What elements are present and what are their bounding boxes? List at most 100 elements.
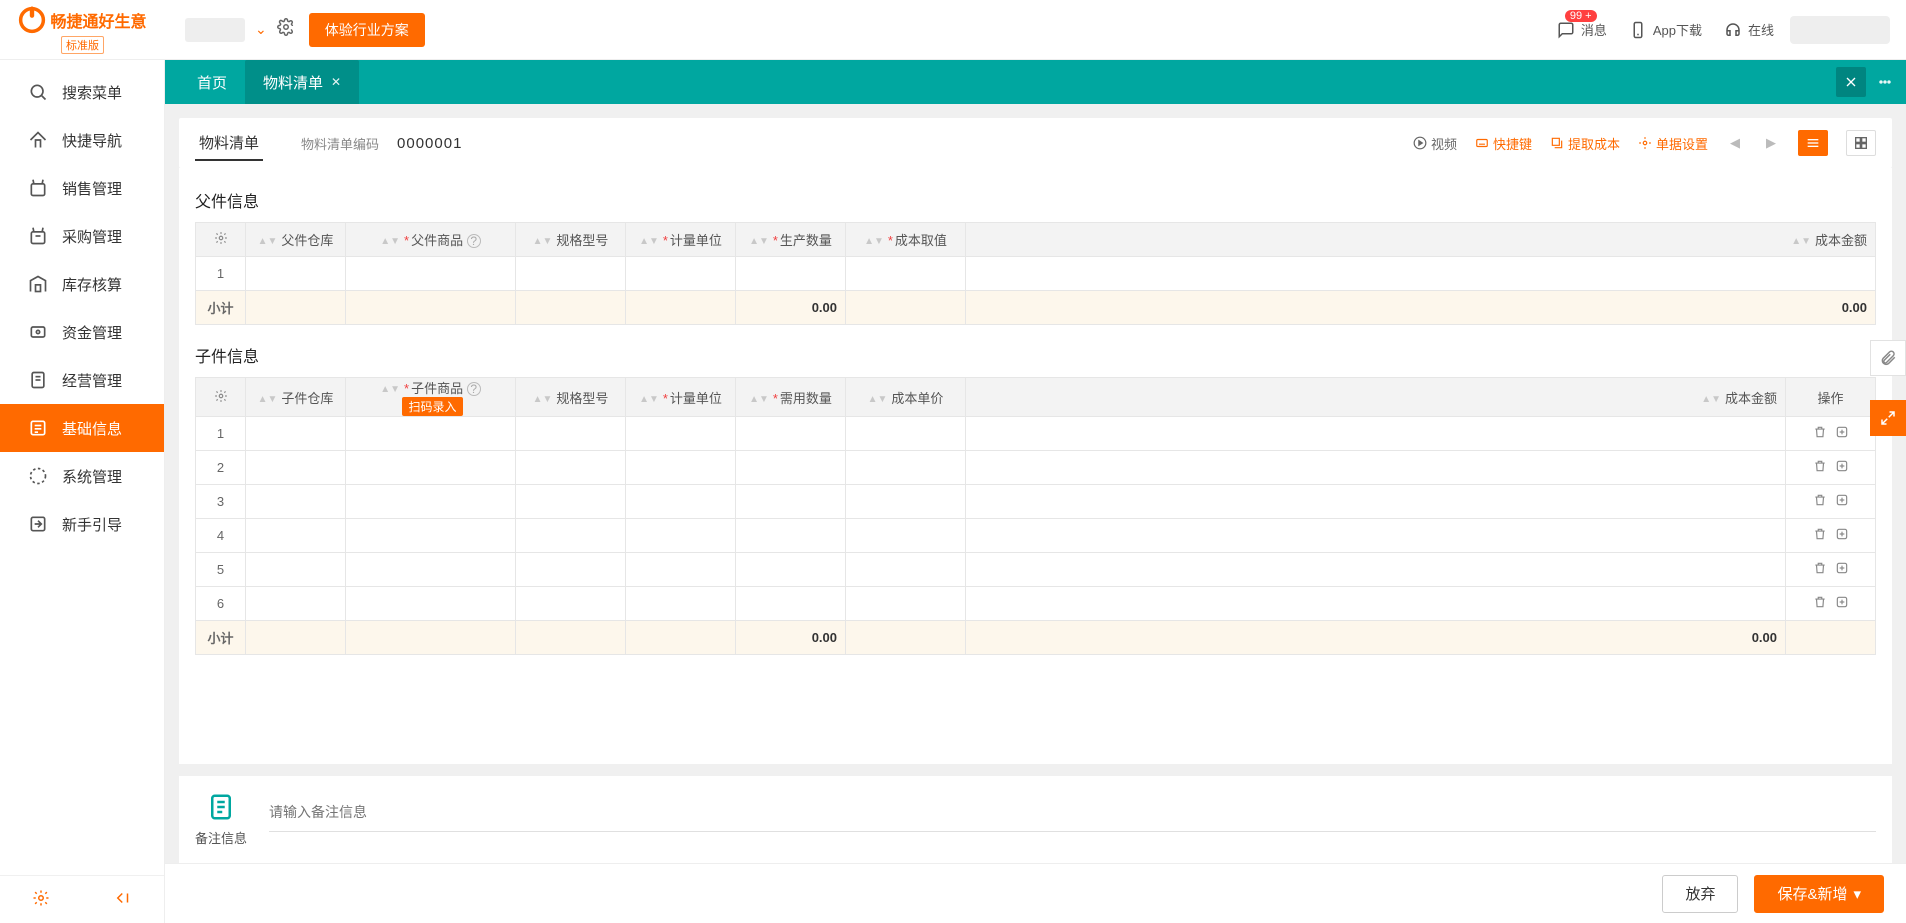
row-add-icon[interactable] — [1835, 427, 1849, 442]
view-card-button[interactable] — [1846, 130, 1876, 156]
child-row[interactable]: 1 — [196, 417, 1876, 451]
row-delete-icon[interactable] — [1813, 563, 1827, 578]
scan-entry-badge[interactable]: 扫码录入 — [402, 397, 462, 416]
ops-icon — [28, 370, 48, 390]
save-new-button[interactable]: 保存&新增 ▾ — [1754, 875, 1884, 913]
close-icon[interactable]: ✕ — [331, 75, 341, 89]
parent-col-costmode[interactable]: ▲▼*成本取值 — [846, 223, 966, 257]
fullscreen-side-tab[interactable] — [1870, 400, 1906, 436]
stock-icon — [28, 274, 48, 294]
info-icon[interactable]: ? — [467, 382, 481, 396]
toolbar-shortcut[interactable]: 快捷键 — [1475, 134, 1532, 153]
download-link[interactable]: App下载 — [1629, 20, 1702, 39]
sidebar-item-search[interactable]: 搜索菜单 — [0, 68, 164, 116]
row-add-icon[interactable] — [1835, 495, 1849, 510]
child-row[interactable]: 4 — [196, 519, 1876, 553]
sidebar-settings-icon[interactable] — [32, 889, 50, 910]
tabs-more-icon[interactable] — [1870, 67, 1900, 97]
sidebar-item-stock[interactable]: 库存核算 — [0, 260, 164, 308]
messages-link[interactable]: 99 + 消息 — [1557, 20, 1607, 39]
quicknav-icon — [28, 130, 48, 150]
child-col-unitcost[interactable]: ▲▼成本单价 — [846, 378, 966, 417]
toolbar-next-icon[interactable]: ▶ — [1762, 135, 1780, 151]
sidebar: 搜索菜单快捷导航销售管理采购管理库存核算资金管理经营管理基础信息系统管理新手引导 — [0, 60, 165, 923]
parent-col-warehouse[interactable]: ▲▼父件仓库 — [246, 223, 346, 257]
page-content: 父件信息 ▲▼父件仓库 ▲▼*父件商品 ? ▲▼规格型号 ▲▼*计量单位 ▲▼*… — [179, 168, 1892, 764]
row-delete-icon[interactable] — [1813, 461, 1827, 476]
sidebar-item-purchase[interactable]: 采购管理 — [0, 212, 164, 260]
parent-col-spec[interactable]: ▲▼规格型号 — [516, 223, 626, 257]
child-col-amount[interactable]: ▲▼成本金额 — [966, 378, 1786, 417]
brand-mark-icon — [18, 6, 46, 34]
remarks-label: 备注信息 — [195, 828, 247, 847]
workspace-tabs: 首页物料清单✕ — [165, 60, 1906, 104]
sidebar-item-finance[interactable]: 资金管理 — [0, 308, 164, 356]
finance-icon — [28, 322, 48, 342]
sidebar-item-guide[interactable]: 新手引导 — [0, 500, 164, 548]
parent-col-gear[interactable] — [196, 223, 246, 257]
sidebar-item-base[interactable]: 基础信息 — [0, 404, 164, 452]
child-col-warehouse[interactable]: ▲▼子件仓库 — [246, 378, 346, 417]
row-add-icon[interactable] — [1835, 461, 1849, 476]
row-add-icon[interactable] — [1835, 529, 1849, 544]
row-delete-icon[interactable] — [1813, 495, 1827, 510]
parent-col-unit[interactable]: ▲▼*计量单位 — [626, 223, 736, 257]
parent-row[interactable]: 1 — [196, 257, 1876, 291]
row-delete-icon[interactable] — [1813, 529, 1827, 544]
sidebar-item-label: 销售管理 — [62, 178, 122, 199]
sidebar-item-label: 库存核算 — [62, 274, 122, 295]
child-col-qty[interactable]: ▲▼*需用数量 — [736, 378, 846, 417]
child-row[interactable]: 6 — [196, 587, 1876, 621]
child-col-spec[interactable]: ▲▼规格型号 — [516, 378, 626, 417]
row-add-icon[interactable] — [1835, 563, 1849, 578]
app-header: 畅捷通好生意 标准版 ⌄ 体验行业方案 99 + 消息 App下载 在线 — [0, 0, 1906, 60]
parent-col-amount[interactable]: ▲▼成本金额 — [966, 223, 1876, 257]
brand-edition: 标准版 — [61, 36, 104, 54]
sidebar-footer — [0, 875, 164, 923]
child-col-unit[interactable]: ▲▼*计量单位 — [626, 378, 736, 417]
try-industry-button[interactable]: 体验行业方案 — [309, 13, 425, 47]
brand-logo: 畅捷通好生意 标准版 — [0, 0, 165, 59]
tabs-close-all-icon[interactable] — [1836, 67, 1866, 97]
row-delete-icon[interactable] — [1813, 427, 1827, 442]
row-delete-icon[interactable] — [1813, 597, 1827, 612]
toolbar-prev-icon[interactable]: ◀ — [1726, 135, 1744, 151]
attachment-side-tab[interactable] — [1870, 340, 1906, 376]
child-row[interactable]: 5 — [196, 553, 1876, 587]
sidebar-collapse-icon[interactable] — [114, 889, 132, 910]
parent-col-product[interactable]: ▲▼*父件商品 ? — [346, 223, 516, 257]
tab-home[interactable]: 首页 — [179, 60, 245, 104]
toolbar-pickcost[interactable]: 提取成本 — [1550, 134, 1620, 153]
toolbar-video[interactable]: 视频 — [1413, 134, 1457, 153]
child-row[interactable]: 2 — [196, 451, 1876, 485]
gear-icon — [214, 389, 228, 403]
tab-bom[interactable]: 物料清单✕ — [245, 60, 359, 104]
info-icon[interactable]: ? — [467, 234, 481, 248]
toolbar-setting[interactable]: 单据设置 — [1638, 134, 1708, 153]
discard-button[interactable]: 放弃 — [1662, 875, 1738, 913]
user-avatar-redacted[interactable] — [1790, 16, 1890, 44]
child-col-product[interactable]: ▲▼*子件商品 ?扫码录入 — [346, 378, 516, 417]
sidebar-item-ops[interactable]: 经营管理 — [0, 356, 164, 404]
page-footer: 放弃 保存&新增 ▾ — [165, 863, 1906, 923]
sidebar-item-system[interactable]: 系统管理 — [0, 452, 164, 500]
chevron-down-icon: ▾ — [1853, 885, 1861, 903]
child-col-op: 操作 — [1786, 378, 1876, 417]
view-list-button[interactable] — [1798, 130, 1828, 156]
parent-col-qty[interactable]: ▲▼*生产数量 — [736, 223, 846, 257]
parent-grid[interactable]: ▲▼父件仓库 ▲▼*父件商品 ? ▲▼规格型号 ▲▼*计量单位 ▲▼*生产数量 … — [195, 222, 1876, 325]
toolbar-setting-label: 单据设置 — [1656, 134, 1708, 153]
child-col-gear[interactable] — [196, 378, 246, 417]
sidebar-item-quicknav[interactable]: 快捷导航 — [0, 116, 164, 164]
sidebar-item-label: 经营管理 — [62, 370, 122, 391]
sidebar-item-sales[interactable]: 销售管理 — [0, 164, 164, 212]
parent-subtotal-amount: 0.00 — [966, 291, 1876, 325]
org-selector[interactable]: ⌄ — [185, 18, 295, 42]
remarks-input[interactable] — [269, 792, 1876, 832]
child-grid[interactable]: ▲▼子件仓库 ▲▼*子件商品 ?扫码录入 ▲▼规格型号 ▲▼*计量单位 ▲▼*需… — [195, 377, 1876, 655]
child-row[interactable]: 3 — [196, 485, 1876, 519]
row-add-icon[interactable] — [1835, 597, 1849, 612]
org-settings-icon[interactable] — [277, 18, 295, 41]
support-link[interactable]: 在线 — [1724, 20, 1774, 39]
sidebar-item-label: 采购管理 — [62, 226, 122, 247]
